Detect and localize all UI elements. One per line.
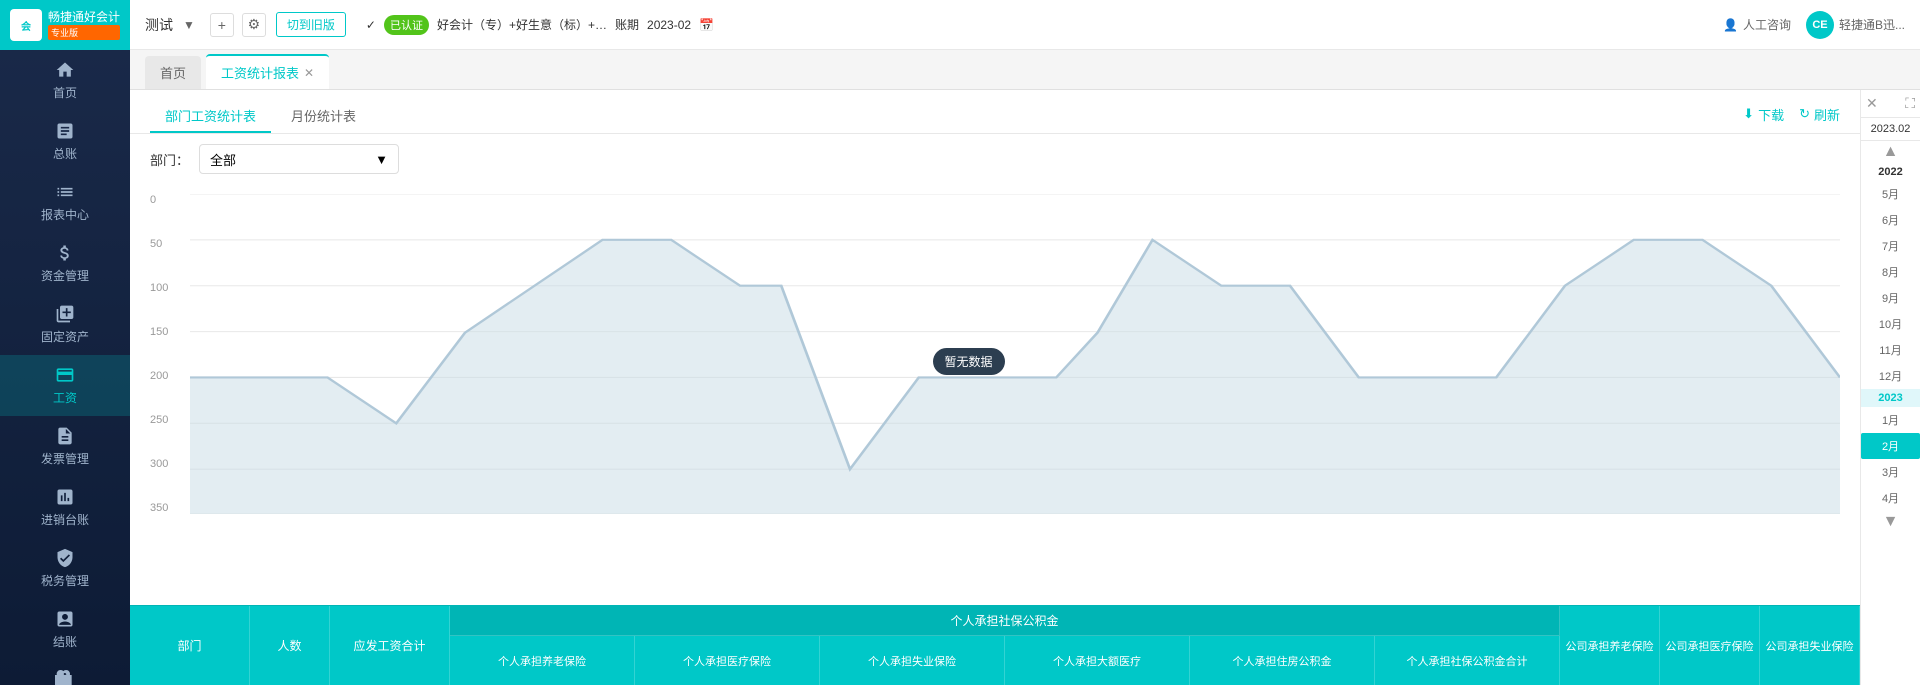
consult-icon: 👤 [1723, 18, 1738, 32]
month-2022-11[interactable]: 11月 [1861, 337, 1920, 363]
tab-close-btn[interactable]: ✕ [304, 66, 314, 80]
sidebar-item-tax[interactable]: 税务管理 [0, 538, 130, 599]
header-right: 👤 人工咨询 CE 轻捷通B迅... [1723, 11, 1905, 39]
sidebar-item-invoice[interactable]: 发票管理 [0, 416, 130, 477]
user-avatar: CE [1806, 11, 1834, 39]
switch-to-old-btn[interactable]: 切到旧版 [276, 12, 346, 37]
month-2022-06[interactable]: 6月 [1861, 207, 1920, 233]
sidebar-item-reports[interactable]: 报表中心 [0, 172, 130, 233]
year-2022-label: 2022 [1861, 163, 1920, 181]
date-display: 2023.02 [1861, 118, 1920, 141]
dropdown-icon: ▼ [375, 152, 388, 167]
th-company-unemployment: 公司承担失业保险 [1760, 606, 1860, 685]
th-company-pension: 公司承担养老保险 [1560, 606, 1660, 685]
sidebar-item-archive[interactable]: 归档管理 [0, 660, 130, 685]
sidebar: 会 畅捷通好会计 专业版 首页 总账 报表中心 资金管理 固定资产 [0, 0, 130, 685]
year-2023-section: 2023 1月 2月 3月 4月 [1861, 389, 1920, 511]
th-personal-unemployment: 个人承担失业保险 [820, 636, 1005, 685]
period-value: 2023-02 [647, 18, 691, 32]
month-2022-07[interactable]: 7月 [1861, 233, 1920, 259]
verified-icon: ✓ [366, 18, 376, 32]
tab-salary[interactable]: 工资统计报表 ✕ [206, 54, 329, 89]
logo-badge: 专业版 [48, 25, 120, 40]
header-dropdown[interactable]: ▼ [183, 18, 195, 32]
sub-tab-monthly[interactable]: 月份统计表 [276, 100, 371, 133]
th-personal-major-medical: 个人承担大额医疗 [1005, 636, 1190, 685]
sidebar-item-ledger[interactable]: 总账 [0, 111, 130, 172]
sidebar-item-close[interactable]: 结账 [0, 599, 130, 660]
dept-select[interactable]: 全部 ▼ [199, 144, 399, 174]
refresh-btn[interactable]: ↻ 刷新 [1799, 100, 1840, 128]
month-2022-05[interactable]: 5月 [1861, 181, 1920, 207]
th-personal-group: 个人承担社保公积金 个人承担养老保险 个人承担医疗保险 个人承担失业保险 个人承… [450, 606, 1560, 685]
status-badge: 已认证 [384, 15, 429, 35]
user-name: 轻捷通B迅... [1839, 16, 1905, 33]
y-axis: 350 300 250 200 150 100 50 0 [150, 194, 190, 514]
panel-close-btn[interactable]: ✕ [1866, 95, 1878, 112]
panel-expand-btn[interactable]: ⛶ [1905, 95, 1915, 112]
month-2023-02[interactable]: 2月 [1861, 433, 1920, 459]
logo-icon: 会 [10, 9, 42, 41]
toolbar: 部门： 全部 ▼ [130, 134, 1860, 184]
sidebar-nav: 首页 总账 报表中心 资金管理 固定资产 工资 发票管理 进销台账 [0, 50, 130, 685]
th-company-medical: 公司承担医疗保险 [1660, 606, 1760, 685]
content-area: 部门工资统计表 月份统计表 ⬇ 下载 ↻ 刷新 部门： 全部 [130, 90, 1860, 685]
month-2023-03[interactable]: 3月 [1861, 459, 1920, 485]
user-info[interactable]: CE 轻捷通B迅... [1806, 11, 1905, 39]
right-panel-header: ✕ ⛶ [1861, 90, 1920, 118]
sidebar-item-funds[interactable]: 资金管理 [0, 233, 130, 294]
refresh-icon: ↻ [1799, 106, 1810, 122]
th-personal-pension: 个人承担养老保险 [450, 636, 635, 685]
year-nav-down[interactable]: ▼ [1883, 511, 1899, 533]
header-title: 测试 [145, 15, 173, 35]
month-2022-12[interactable]: 12月 [1861, 363, 1920, 389]
sidebar-item-salary[interactable]: 工资 [0, 355, 130, 416]
tabs-bar: 首页 工资统计报表 ✕ [130, 50, 1920, 90]
sidebar-item-purchase[interactable]: 进销台账 [0, 477, 130, 538]
year-nav: ▲ 2022 5月 6月 7月 8月 9月 10月 11月 12月 2023 1… [1861, 141, 1920, 685]
header-add-btn[interactable]: + [210, 13, 234, 37]
period-label: 账期 [615, 16, 639, 33]
month-2022-08[interactable]: 8月 [1861, 259, 1920, 285]
sidebar-logo: 会 畅捷通好会计 专业版 [0, 0, 130, 50]
right-panel: ✕ ⛶ 2023.02 ▲ 2022 5月 6月 7月 8月 9月 10月 11… [1860, 90, 1920, 685]
chart-container: 350 300 250 200 150 100 50 0 [150, 194, 1840, 544]
year-2023-label: 2023 [1861, 389, 1920, 407]
download-icon: ⬇ [1743, 106, 1754, 122]
th-personal-cells: 个人承担养老保险 个人承担医疗保险 个人承担失业保险 个人承担大额医疗 个人承担 [450, 636, 1560, 685]
month-2023-01[interactable]: 1月 [1861, 407, 1920, 433]
th-salary: 应发工资合计 [330, 606, 450, 685]
month-2022-09[interactable]: 9月 [1861, 285, 1920, 311]
month-2023-04[interactable]: 4月 [1861, 485, 1920, 511]
main-content: 测试 ▼ + ⚙ 切到旧版 ✓ 已认证 好会计（专）+好生意（标）+… 账期 2… [130, 0, 1920, 685]
th-personal-title: 个人承担社保公积金 [450, 606, 1560, 636]
chart-svg: 暂无数据 [190, 194, 1840, 514]
sub-tab-dept[interactable]: 部门工资统计表 [150, 100, 271, 133]
chart-area: 350 300 250 200 150 100 50 0 [130, 184, 1860, 605]
year-nav-up[interactable]: ▲ [1883, 141, 1899, 163]
header: 测试 ▼ + ⚙ 切到旧版 ✓ 已认证 好会计（专）+好生意（标）+… 账期 2… [130, 0, 1920, 50]
sidebar-item-home[interactable]: 首页 [0, 50, 130, 111]
dept-label: 部门： [150, 150, 189, 169]
header-status: ✓ 已认证 好会计（专）+好生意（标）+… 账期 2023-02 📅 [366, 15, 714, 35]
th-dept: 部门 [130, 606, 250, 685]
sub-tabs: 部门工资统计表 月份统计表 ⬇ 下载 ↻ 刷新 [130, 90, 1860, 134]
year-2022-section: 2022 5月 6月 7月 8月 9月 10月 11月 12月 [1861, 163, 1920, 389]
header-actions: + ⚙ [210, 13, 266, 37]
download-btn[interactable]: ⬇ 下载 [1743, 100, 1784, 128]
month-2022-10[interactable]: 10月 [1861, 311, 1920, 337]
table-header: 部门 人数 应发工资合计 个人承担社保公积金 个人承担养老保险 [130, 605, 1860, 685]
account-tags: 好会计（专）+好生意（标）+… [437, 16, 607, 33]
tab-home[interactable]: 首页 [145, 56, 201, 89]
header-settings-btn[interactable]: ⚙ [242, 13, 266, 37]
consult-btn[interactable]: 👤 人工咨询 [1723, 16, 1791, 33]
page-content: 部门工资统计表 月份统计表 ⬇ 下载 ↻ 刷新 部门： 全部 [130, 90, 1920, 685]
sidebar-item-assets[interactable]: 固定资产 [0, 294, 130, 355]
th-headcount: 人数 [250, 606, 330, 685]
logo-text: 畅捷通好会计 [48, 10, 120, 26]
th-personal-total: 个人承担社保公积金合计 [1375, 636, 1560, 685]
calendar-icon[interactable]: 📅 [699, 18, 714, 32]
th-personal-housing: 个人承担住房公积金 [1190, 636, 1375, 685]
th-personal-medical: 个人承担医疗保险 [635, 636, 820, 685]
